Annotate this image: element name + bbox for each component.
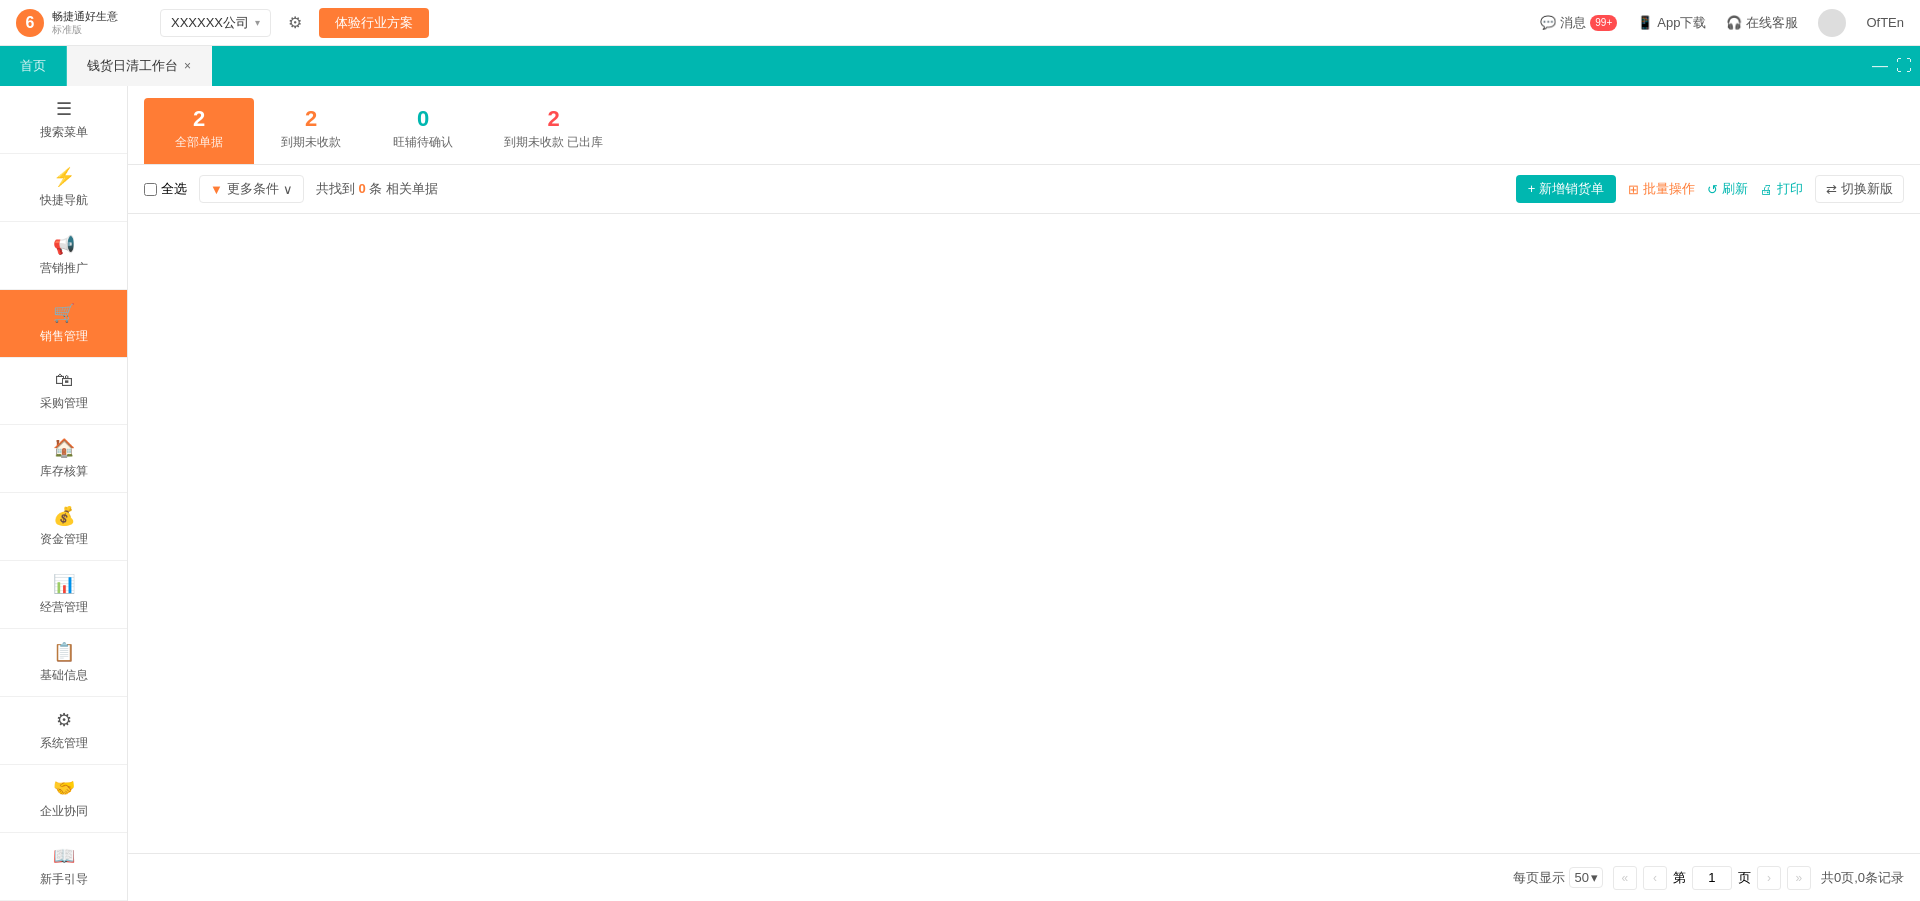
sidebar: ☰ 搜索菜单 ⚡ 快捷导航 📢 营销推广 🛒 销售管理 🛍 采购管理 🏠 库存核… xyxy=(0,86,128,901)
toolbar: 全选 ▼ 更多条件 ∨ 共找到 0 条 相关单据 + 新增销货单 ⊞ 批量操作 xyxy=(128,165,1920,214)
sidebar-item-finance[interactable]: 💰 资金管理 xyxy=(0,493,127,561)
avatar xyxy=(1818,9,1846,37)
stat-tab-all[interactable]: 2 全部单据 xyxy=(144,98,254,164)
tab-bar: 首页 钱货日清工作台 × — ⛶ xyxy=(0,46,1920,86)
page-word-before: 第 xyxy=(1673,869,1686,887)
stat-label-wangfu: 旺辅待确认 xyxy=(393,134,453,151)
found-count: 0 xyxy=(359,181,366,196)
online-service-action[interactable]: 🎧 在线客服 xyxy=(1726,14,1798,32)
select-all-input[interactable] xyxy=(144,183,157,196)
logo-text: 畅捷通好生意 标准版 xyxy=(52,9,118,36)
chevron-down-icon: ▾ xyxy=(255,17,260,28)
message-action[interactable]: 💬 消息 99+ xyxy=(1540,14,1617,32)
page-nav: « ‹ 第 页 › » xyxy=(1613,866,1811,890)
marketing-icon: 📢 xyxy=(53,234,75,256)
management-icon: 📊 xyxy=(53,573,75,595)
chevron-icon: ∨ xyxy=(283,182,293,197)
sidebar-item-purchase[interactable]: 🛍 采购管理 xyxy=(0,358,127,425)
phone-icon: 📱 xyxy=(1637,15,1653,30)
search-menu-icon: ☰ xyxy=(56,98,72,120)
message-badge: 99+ xyxy=(1590,15,1617,31)
print-icon: 🖨 xyxy=(1760,182,1773,197)
filter-button[interactable]: ▼ 更多条件 ∨ xyxy=(199,175,304,203)
stats-tabs: 2 全部单据 2 到期未收款 0 旺辅待确认 2 到期未收款 已出库 xyxy=(128,86,1920,165)
settings-button[interactable]: ⚙ xyxy=(279,7,311,39)
first-page-button[interactable]: « xyxy=(1613,866,1637,890)
sidebar-item-search[interactable]: ☰ 搜索菜单 xyxy=(0,86,127,154)
tab-maximize-icon[interactable]: ⛶ xyxy=(1896,57,1912,75)
stat-tab-overdue[interactable]: 2 到期未收款 xyxy=(256,98,366,164)
tab-minimize-icon[interactable]: — xyxy=(1872,57,1888,75)
sidebar-item-enterprise[interactable]: 🤝 企业协同 xyxy=(0,765,127,833)
tab-work-bench[interactable]: 钱货日清工作台 × xyxy=(67,46,212,86)
sidebar-item-management[interactable]: 📊 经营管理 xyxy=(0,561,127,629)
purchase-icon: 🛍 xyxy=(55,370,73,391)
page-number-input[interactable] xyxy=(1692,866,1732,890)
stat-tab-wangfu[interactable]: 0 旺辅待确认 xyxy=(368,98,478,164)
page-word: 页 xyxy=(1738,869,1751,887)
page-size-select: 每页显示 50 ▾ xyxy=(1513,867,1602,888)
stat-label-overdue: 到期未收款 xyxy=(281,134,341,151)
stat-number-shipped: 2 xyxy=(548,106,560,132)
total-info: 共0页,0条记录 xyxy=(1821,869,1904,887)
stat-number-overdue: 2 xyxy=(305,106,317,132)
stat-label-shipped: 到期未收款 已出库 xyxy=(504,134,603,151)
add-sales-order-button[interactable]: + 新增销货单 xyxy=(1516,175,1616,203)
guide-icon: 📖 xyxy=(53,845,75,867)
refresh-icon: ↺ xyxy=(1707,182,1718,197)
sidebar-item-system[interactable]: ⚙ 系统管理 xyxy=(0,697,127,765)
system-icon: ⚙ xyxy=(56,709,72,731)
last-page-button[interactable]: » xyxy=(1787,866,1811,890)
headset-icon: 🎧 xyxy=(1726,15,1742,30)
trial-button[interactable]: 体验行业方案 xyxy=(319,8,429,38)
tab-end-actions: — ⛶ xyxy=(1872,46,1920,86)
sidebar-item-sales[interactable]: 🛒 销售管理 xyxy=(0,290,127,358)
switch-icon: ⇄ xyxy=(1826,182,1837,197)
page-size-selector[interactable]: 50 ▾ xyxy=(1569,867,1602,888)
sidebar-item-marketing[interactable]: 📢 营销推广 xyxy=(0,222,127,290)
switch-new-version-button[interactable]: ⇄ 切换新版 xyxy=(1815,175,1904,203)
header-right: 💬 消息 99+ 📱 App下载 🎧 在线客服 OfTEn xyxy=(1540,9,1904,37)
username: OfTEn xyxy=(1866,15,1904,30)
tab-close-icon[interactable]: × xyxy=(184,59,191,73)
pagination-bar: 每页显示 50 ▾ « ‹ 第 页 › » 共0页,0条记录 xyxy=(128,853,1920,901)
company-selector[interactable]: XXXXXX公司 ▾ xyxy=(160,9,271,37)
sidebar-item-quick-nav[interactable]: ⚡ 快捷导航 xyxy=(0,154,127,222)
stat-tab-shipped[interactable]: 2 到期未收款 已出库 xyxy=(480,98,627,164)
table-area xyxy=(128,214,1920,853)
content-area: 2 全部单据 2 到期未收款 0 旺辅待确认 2 到期未收款 已出库 全选 xyxy=(128,86,1920,901)
batch-operation-button[interactable]: ⊞ 批量操作 xyxy=(1628,180,1695,198)
tab-home[interactable]: 首页 xyxy=(0,46,67,86)
stat-number-all: 2 xyxy=(193,106,205,132)
sidebar-item-basic-info[interactable]: 📋 基础信息 xyxy=(0,629,127,697)
stat-label-all: 全部单据 xyxy=(175,134,223,151)
basic-info-icon: 📋 xyxy=(53,641,75,663)
refresh-button[interactable]: ↺ 刷新 xyxy=(1707,180,1748,198)
message-icon: 💬 xyxy=(1540,15,1556,30)
select-all-checkbox[interactable]: 全选 xyxy=(144,180,187,198)
app-download-action[interactable]: 📱 App下载 xyxy=(1637,14,1706,32)
toolbar-right: + 新增销货单 ⊞ 批量操作 ↺ 刷新 🖨 打印 ⇄ 切换新版 xyxy=(1516,175,1904,203)
next-page-button[interactable]: › xyxy=(1757,866,1781,890)
inventory-icon: 🏠 xyxy=(53,437,75,459)
filter-icon: ▼ xyxy=(210,182,223,197)
prev-page-button[interactable]: ‹ xyxy=(1643,866,1667,890)
finance-icon: 💰 xyxy=(53,505,75,527)
sidebar-item-guide[interactable]: 📖 新手引导 xyxy=(0,833,127,901)
found-text: 共找到 0 条 相关单据 xyxy=(316,180,438,198)
enterprise-icon: 🤝 xyxy=(53,777,75,799)
page-size-chevron-icon: ▾ xyxy=(1591,870,1598,885)
logo-icon: 6 xyxy=(16,9,44,37)
print-button[interactable]: 🖨 打印 xyxy=(1760,180,1803,198)
sales-icon: 🛒 xyxy=(53,302,75,324)
logo-area: 6 畅捷通好生意 标准版 xyxy=(16,9,144,37)
stat-number-wangfu: 0 xyxy=(417,106,429,132)
main-layout: ☰ 搜索菜单 ⚡ 快捷导航 📢 营销推广 🛒 销售管理 🛍 采购管理 🏠 库存核… xyxy=(0,86,1920,901)
sidebar-item-inventory[interactable]: 🏠 库存核算 xyxy=(0,425,127,493)
quick-nav-icon: ⚡ xyxy=(53,166,75,188)
batch-icon: ⊞ xyxy=(1628,182,1639,197)
company-name: XXXXXX公司 xyxy=(171,14,249,32)
top-header: 6 畅捷通好生意 标准版 XXXXXX公司 ▾ ⚙ 体验行业方案 💬 消息 99… xyxy=(0,0,1920,46)
